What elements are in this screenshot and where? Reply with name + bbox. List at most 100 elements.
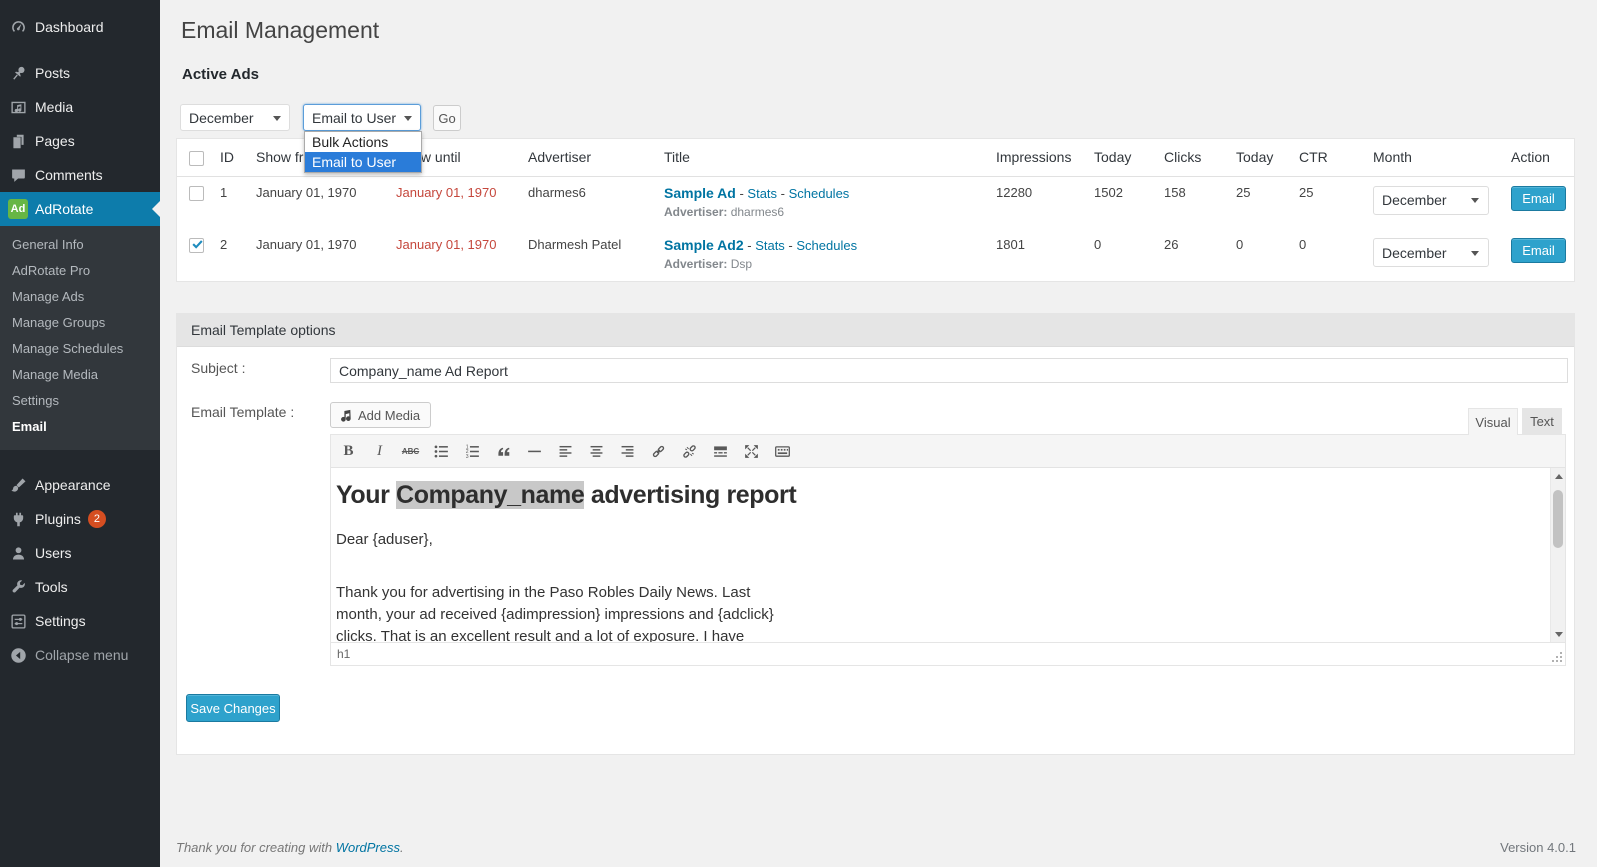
sidebar-item-appearance[interactable]: Appearance [0, 468, 160, 502]
stats-link[interactable]: Stats [747, 186, 777, 201]
row-month-select[interactable]: December [1373, 185, 1489, 215]
go-button[interactable]: Go [433, 105, 461, 131]
subject-input[interactable] [330, 358, 1568, 383]
dropdown-option-bulk-actions[interactable]: Bulk Actions [305, 132, 421, 152]
submenu-item-manage-media[interactable]: Manage Media [0, 362, 160, 388]
bullet-list-icon[interactable] [431, 440, 452, 462]
schedules-link[interactable]: Schedules [796, 238, 857, 253]
horizontal-rule-icon[interactable] [524, 440, 545, 462]
dropdown-option-email-to-user[interactable]: Email to User [305, 152, 421, 172]
bulk-action-select[interactable]: Email to User [303, 104, 421, 131]
bold-icon[interactable]: B [338, 440, 359, 462]
align-right-icon[interactable] [617, 440, 638, 462]
wordpress-link[interactable]: WordPress [336, 840, 400, 855]
scroll-down-icon[interactable] [1551, 627, 1565, 641]
fullscreen-icon[interactable] [741, 440, 762, 462]
editor-statusbar: h1 [331, 642, 1565, 665]
submenu-item-manage-schedules[interactable]: Manage Schedules [0, 336, 160, 362]
unlink-icon[interactable] [679, 440, 700, 462]
plug-icon [8, 509, 28, 529]
row-month-select[interactable]: December [1373, 238, 1489, 267]
sidebar-item-collapse-menu[interactable]: Collapse menu [0, 638, 160, 672]
adrotate-icon: Ad [8, 199, 28, 219]
more-tag-icon[interactable] [710, 440, 731, 462]
numbered-list-icon[interactable]: 123 [462, 440, 483, 462]
sidebar-item-posts[interactable]: Posts [0, 56, 160, 90]
cell-today-clicks: 25 [1236, 184, 1251, 200]
col-header-action: Action [1499, 139, 1574, 177]
selected-text: Company_name [396, 481, 585, 509]
wrench-icon [8, 577, 28, 597]
editor-scrollbar[interactable] [1550, 468, 1565, 642]
active-ads-heading: Active Ads [182, 66, 259, 83]
row-checkbox[interactable] [189, 238, 204, 254]
sidebar-item-plugins[interactable]: Plugins 2 [0, 502, 160, 536]
italic-icon[interactable]: I [369, 440, 390, 462]
ad-title-link[interactable]: Sample Ad2 [664, 237, 744, 253]
visual-editor: B I ABC 123 Your Company_name advertisin… [330, 434, 1566, 666]
select-arrow-icon [1471, 198, 1479, 203]
cell-id: 1 [220, 184, 228, 200]
sidebar-item-label: Posts [35, 65, 71, 81]
tab-text[interactable]: Text [1522, 408, 1562, 434]
sidebar-item-label: Dashboard [35, 19, 104, 35]
resize-handle-icon[interactable] [1551, 651, 1563, 663]
select-arrow-icon [273, 115, 281, 121]
sidebar-item-dashboard[interactable]: Dashboard [0, 10, 160, 44]
schedules-link[interactable]: Schedules [789, 186, 850, 201]
blockquote-icon[interactable] [493, 440, 514, 462]
footer-version: Version 4.0.1 [1500, 840, 1576, 855]
editor-content[interactable]: Your Company_name advertising report Dea… [331, 468, 1565, 642]
submenu-item-email[interactable]: Email [0, 414, 160, 440]
panel-header: Email Template options [177, 314, 1574, 347]
email-template-label: Email Template : [191, 404, 295, 420]
cell-impressions: 1801 [996, 237, 1025, 252]
submenu-item-manage-ads[interactable]: Manage Ads [0, 284, 160, 310]
strikethrough-icon[interactable]: ABC [400, 440, 421, 462]
sidebar-item-tools[interactable]: Tools [0, 570, 160, 604]
sidebar-item-adrotate[interactable]: Ad AdRotate [0, 192, 160, 226]
kitchen-sink-icon[interactable] [772, 440, 793, 462]
month-filter-select[interactable]: December [180, 104, 290, 131]
save-changes-button[interactable]: Save Changes [186, 694, 280, 722]
stats-link[interactable]: Stats [755, 238, 785, 253]
submenu-item-manage-groups[interactable]: Manage Groups [0, 310, 160, 336]
user-icon [8, 543, 28, 563]
editor-paragraph: Dear {aduser}, [336, 531, 433, 548]
email-button[interactable]: Email [1511, 185, 1566, 211]
sidebar-item-comments[interactable]: Comments [0, 158, 160, 192]
sidebar-item-media[interactable]: Media [0, 90, 160, 124]
sidebar-item-label: Appearance [35, 477, 111, 493]
table-row: 2 January 01, 1970 January 01, 1970 Dhar… [177, 229, 1574, 282]
scroll-up-icon[interactable] [1551, 469, 1565, 483]
sidebar-item-users[interactable]: Users [0, 536, 160, 570]
editor-toolbar: B I ABC 123 [331, 435, 1565, 468]
col-header-ctr: CTR [1287, 139, 1361, 177]
cell-advertiser: dharmes6 [528, 184, 586, 200]
sliders-icon [8, 611, 28, 631]
screen: Dashboard Posts Media Pages Comments Ad [0, 0, 1597, 867]
sidebar-item-pages[interactable]: Pages [0, 124, 160, 158]
cell-show-until: January 01, 1970 [396, 184, 497, 200]
col-header-month: Month [1361, 139, 1499, 177]
link-icon[interactable] [648, 440, 669, 462]
pages-icon [8, 131, 28, 151]
align-center-icon[interactable] [586, 440, 607, 462]
ad-title-link[interactable]: Sample Ad [664, 185, 736, 201]
align-left-icon[interactable] [555, 440, 576, 462]
submenu-item-adrotate-pro[interactable]: AdRotate Pro [0, 258, 160, 284]
sidebar-item-label: Comments [35, 167, 103, 183]
sidebar-item-label: Settings [35, 613, 86, 629]
select-all-checkbox[interactable] [189, 150, 204, 166]
row-checkbox[interactable] [189, 185, 204, 201]
comments-icon [8, 165, 28, 185]
tab-visual[interactable]: Visual [1468, 408, 1518, 435]
submenu-item-general-info[interactable]: General Info [0, 232, 160, 258]
submenu-item-settings[interactable]: Settings [0, 388, 160, 414]
email-button[interactable]: Email [1511, 238, 1566, 263]
scrollbar-thumb[interactable] [1553, 490, 1563, 548]
col-header-today2: Today [1224, 139, 1287, 177]
sidebar-item-label: AdRotate [35, 201, 94, 217]
add-media-button[interactable]: Add Media [330, 402, 432, 428]
sidebar-item-settings[interactable]: Settings [0, 604, 160, 638]
